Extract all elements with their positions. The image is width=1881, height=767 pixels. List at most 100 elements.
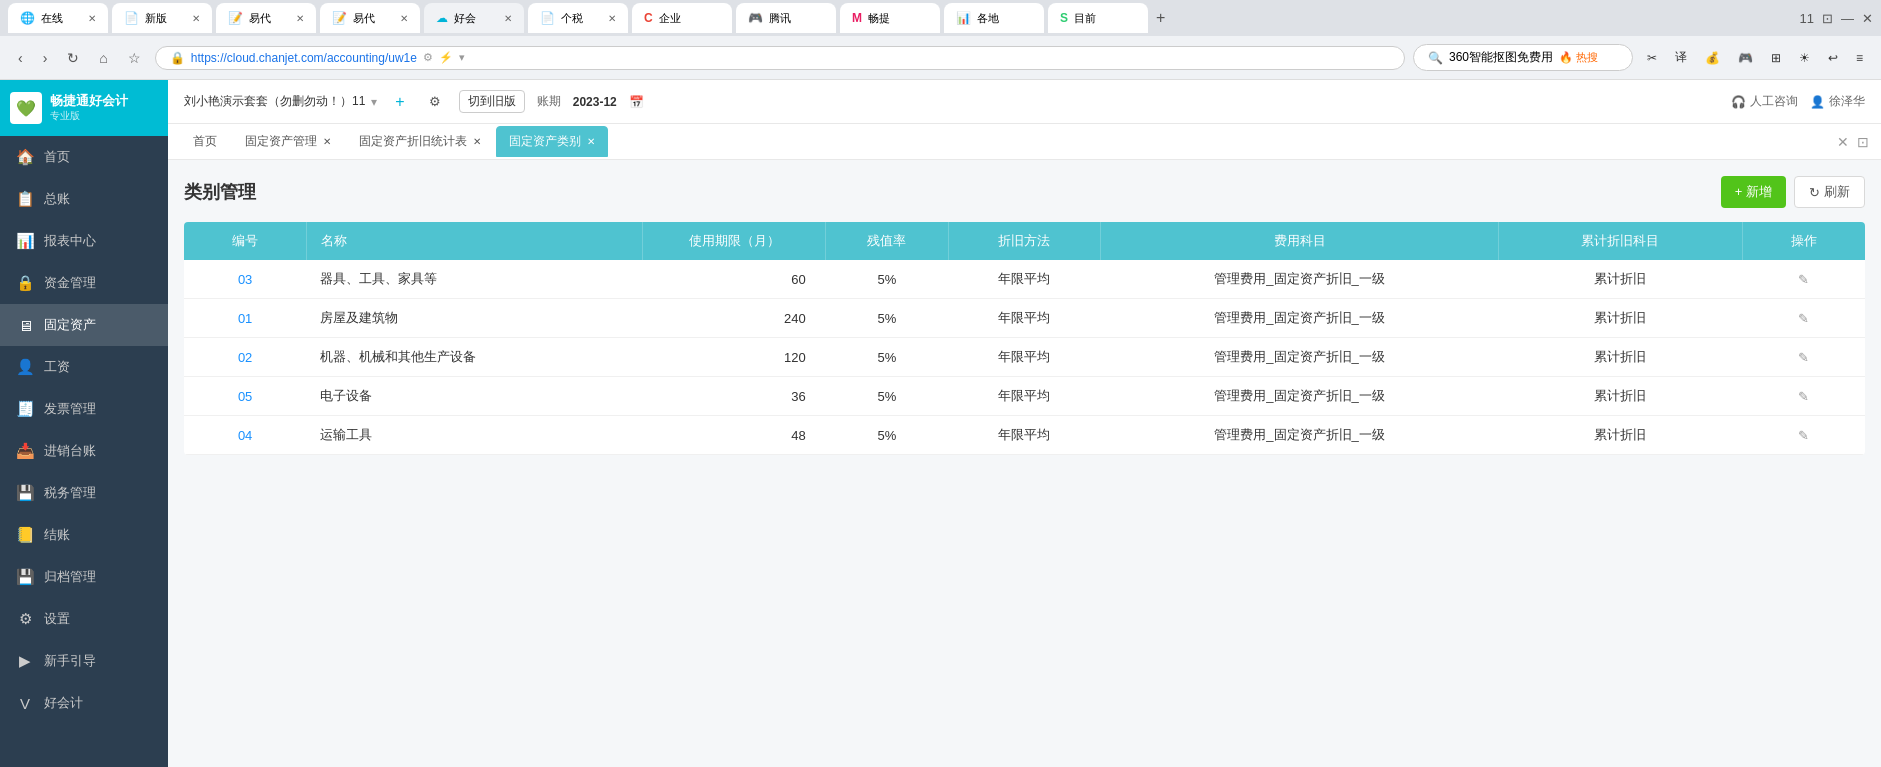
browser-tab-zaixin[interactable]: 🌐 在线 ✕ bbox=[8, 3, 108, 33]
sidebar-item-purchase-sale[interactable]: 📥 进销台账 bbox=[0, 430, 168, 472]
sidebar-item-tax[interactable]: 💾 税务管理 bbox=[0, 472, 168, 514]
browser-tab-qiye[interactable]: C 企业 bbox=[632, 3, 732, 33]
cell-period: 60 bbox=[642, 260, 825, 299]
col-code: 编号 bbox=[184, 222, 306, 260]
grid-tool[interactable]: ⊞ bbox=[1765, 48, 1787, 68]
sidebar-item-settings[interactable]: ⚙ 设置 bbox=[0, 598, 168, 640]
cell-code[interactable]: 03 bbox=[184, 260, 306, 299]
cell-method: 年限平均 bbox=[948, 377, 1101, 416]
invoice-icon: 🧾 bbox=[16, 400, 34, 418]
cell-code[interactable]: 02 bbox=[184, 338, 306, 377]
sidebar-item-funds[interactable]: 🔒 资金管理 bbox=[0, 262, 168, 304]
browser-tab-yidai2[interactable]: 📝 易代 ✕ bbox=[320, 3, 420, 33]
add-button[interactable]: + 新增 bbox=[1721, 176, 1786, 208]
sidebar-item-tax-label: 税务管理 bbox=[44, 484, 96, 502]
fixed-assets-icon: 🖥 bbox=[16, 317, 34, 334]
sidebar-item-salary[interactable]: 👤 工资 bbox=[0, 346, 168, 388]
sidebar-item-guide-label: 新手引导 bbox=[44, 652, 96, 670]
cell-code[interactable]: 05 bbox=[184, 377, 306, 416]
wallet-tool[interactable]: 💰 bbox=[1699, 48, 1726, 68]
col-expense: 费用科目 bbox=[1101, 222, 1498, 260]
app-tab-close-category[interactable]: ✕ bbox=[587, 136, 595, 147]
home-button[interactable]: ⌂ bbox=[93, 46, 113, 70]
user-profile-button[interactable]: 👤 徐泽华 bbox=[1810, 93, 1865, 110]
forward-button[interactable]: › bbox=[37, 46, 54, 70]
browser-tab-changti[interactable]: M 畅提 bbox=[840, 3, 940, 33]
app-tab-close-depreciation-report[interactable]: ✕ bbox=[473, 136, 481, 147]
edit-icon[interactable]: ✎ bbox=[1798, 389, 1809, 404]
game-tool[interactable]: 🎮 bbox=[1732, 48, 1759, 68]
app-tab-fixed-assets-mgmt[interactable]: 固定资产管理 ✕ bbox=[232, 126, 344, 157]
cell-expense: 管理费用_固定资产折旧_一级 bbox=[1101, 338, 1498, 377]
bookmark-button[interactable]: ☆ bbox=[122, 46, 147, 70]
tab-close-haohui[interactable]: ✕ bbox=[504, 13, 512, 24]
cell-action: ✎ bbox=[1743, 338, 1865, 377]
address-bar[interactable]: 🔒 https://cloud.chanjet.com/accounting/u… bbox=[155, 46, 1405, 70]
cell-name: 器具、工具、家具等 bbox=[306, 260, 642, 299]
page-title: 类别管理 bbox=[184, 180, 256, 204]
translate-tool[interactable]: 译 bbox=[1669, 46, 1693, 69]
refresh-button[interactable]: ↻ 刷新 bbox=[1794, 176, 1865, 208]
window-restore[interactable]: ⊡ bbox=[1822, 11, 1833, 26]
edit-icon[interactable]: ✎ bbox=[1798, 428, 1809, 443]
url-text: https://cloud.chanjet.com/accounting/uw1… bbox=[191, 51, 417, 65]
help-button[interactable]: 🎧 人工咨询 bbox=[1731, 93, 1798, 110]
window-close[interactable]: ✕ bbox=[1862, 11, 1873, 26]
sidebar-item-reports[interactable]: 📊 报表中心 bbox=[0, 220, 168, 262]
reload-button[interactable]: ↻ bbox=[61, 46, 85, 70]
sidebar-item-haokuaiji[interactable]: V 好会计 bbox=[0, 682, 168, 724]
app-tab-category[interactable]: 固定资产类别 ✕ bbox=[496, 126, 608, 157]
browser-tab-xinban[interactable]: 📄 新版 ✕ bbox=[112, 3, 212, 33]
cell-code[interactable]: 01 bbox=[184, 299, 306, 338]
dropdown-icon[interactable]: ▾ bbox=[371, 95, 377, 109]
calendar-icon[interactable]: 📅 bbox=[629, 95, 644, 109]
theme-tool[interactable]: ☀ bbox=[1793, 48, 1816, 68]
browser-tab-gedi[interactable]: 📊 各地 bbox=[944, 3, 1044, 33]
window-maximize[interactable]: — bbox=[1841, 11, 1854, 26]
browser-tab-muqian[interactable]: S 目前 bbox=[1048, 3, 1148, 33]
undo-tool[interactable]: ↩ bbox=[1822, 48, 1844, 68]
cell-action: ✎ bbox=[1743, 260, 1865, 299]
table-row: 03 器具、工具、家具等 60 5% 年限平均 管理费用_固定资产折旧_一级 累… bbox=[184, 260, 1865, 299]
new-tab-button[interactable]: + bbox=[1152, 9, 1169, 27]
app-tab-close-fixed-assets-mgmt[interactable]: ✕ bbox=[323, 136, 331, 147]
sidebar-item-ledger[interactable]: 📋 总账 bbox=[0, 178, 168, 220]
sidebar-item-home[interactable]: 🏠 首页 bbox=[0, 136, 168, 178]
sidebar-item-archive[interactable]: 💾 归档管理 bbox=[0, 556, 168, 598]
app-tab-home-label: 首页 bbox=[193, 133, 217, 150]
window-minimize[interactable]: 11 bbox=[1800, 11, 1814, 26]
app-tab-home[interactable]: 首页 bbox=[180, 126, 230, 157]
browser-tab-geshui[interactable]: 📄 个税 ✕ bbox=[528, 3, 628, 33]
settings-gear-button[interactable]: ⚙ bbox=[423, 90, 447, 113]
sidebar-item-guide[interactable]: ▶ 新手引导 bbox=[0, 640, 168, 682]
sidebar-item-fixed-assets[interactable]: 🖥 固定资产 bbox=[0, 304, 168, 346]
browser-tab-yidai1[interactable]: 📝 易代 ✕ bbox=[216, 3, 316, 33]
user-name: 徐泽华 bbox=[1829, 93, 1865, 110]
cell-name: 机器、机械和其他生产设备 bbox=[306, 338, 642, 377]
address-bar-row: ‹ › ↻ ⌂ ☆ 🔒 https://cloud.chanjet.com/ac… bbox=[0, 36, 1881, 80]
cut-tool[interactable]: ✂ bbox=[1641, 48, 1663, 68]
browser-tab-haohui[interactable]: ☁ 好会 ✕ bbox=[424, 3, 524, 33]
add-account-button[interactable]: + bbox=[389, 89, 410, 115]
logo-sub: 专业版 bbox=[50, 109, 128, 123]
cell-accumulated: 累计折旧 bbox=[1498, 416, 1743, 455]
home-icon: 🏠 bbox=[16, 148, 34, 166]
sidebar-item-invoice[interactable]: 🧾 发票管理 bbox=[0, 388, 168, 430]
sidebar-item-close-accounts[interactable]: 📒 结账 bbox=[0, 514, 168, 556]
app-tab-depreciation-report[interactable]: 固定资产折旧统计表 ✕ bbox=[346, 126, 494, 157]
search-bar[interactable]: 🔍 360智能抠图免费用 🔥 热搜 bbox=[1413, 44, 1633, 71]
sidebar-item-haokuaiji-label: 好会计 bbox=[44, 694, 83, 712]
cell-code[interactable]: 04 bbox=[184, 416, 306, 455]
funds-icon: 🔒 bbox=[16, 274, 34, 292]
edit-icon[interactable]: ✎ bbox=[1798, 350, 1809, 365]
edit-icon[interactable]: ✎ bbox=[1798, 311, 1809, 326]
chevron-down-icon[interactable]: ▾ bbox=[459, 51, 465, 64]
browser-tab-tengxun[interactable]: 🎮 腾讯 bbox=[736, 3, 836, 33]
tab-expand-icon[interactable]: ⊡ bbox=[1857, 134, 1869, 150]
edit-icon[interactable]: ✎ bbox=[1798, 272, 1809, 287]
back-button[interactable]: ‹ bbox=[12, 46, 29, 70]
menu-tool[interactable]: ≡ bbox=[1850, 48, 1869, 68]
tab-close-icon[interactable]: ✕ bbox=[1837, 134, 1849, 150]
switch-version-button[interactable]: 切到旧版 bbox=[459, 90, 525, 113]
cell-name: 电子设备 bbox=[306, 377, 642, 416]
